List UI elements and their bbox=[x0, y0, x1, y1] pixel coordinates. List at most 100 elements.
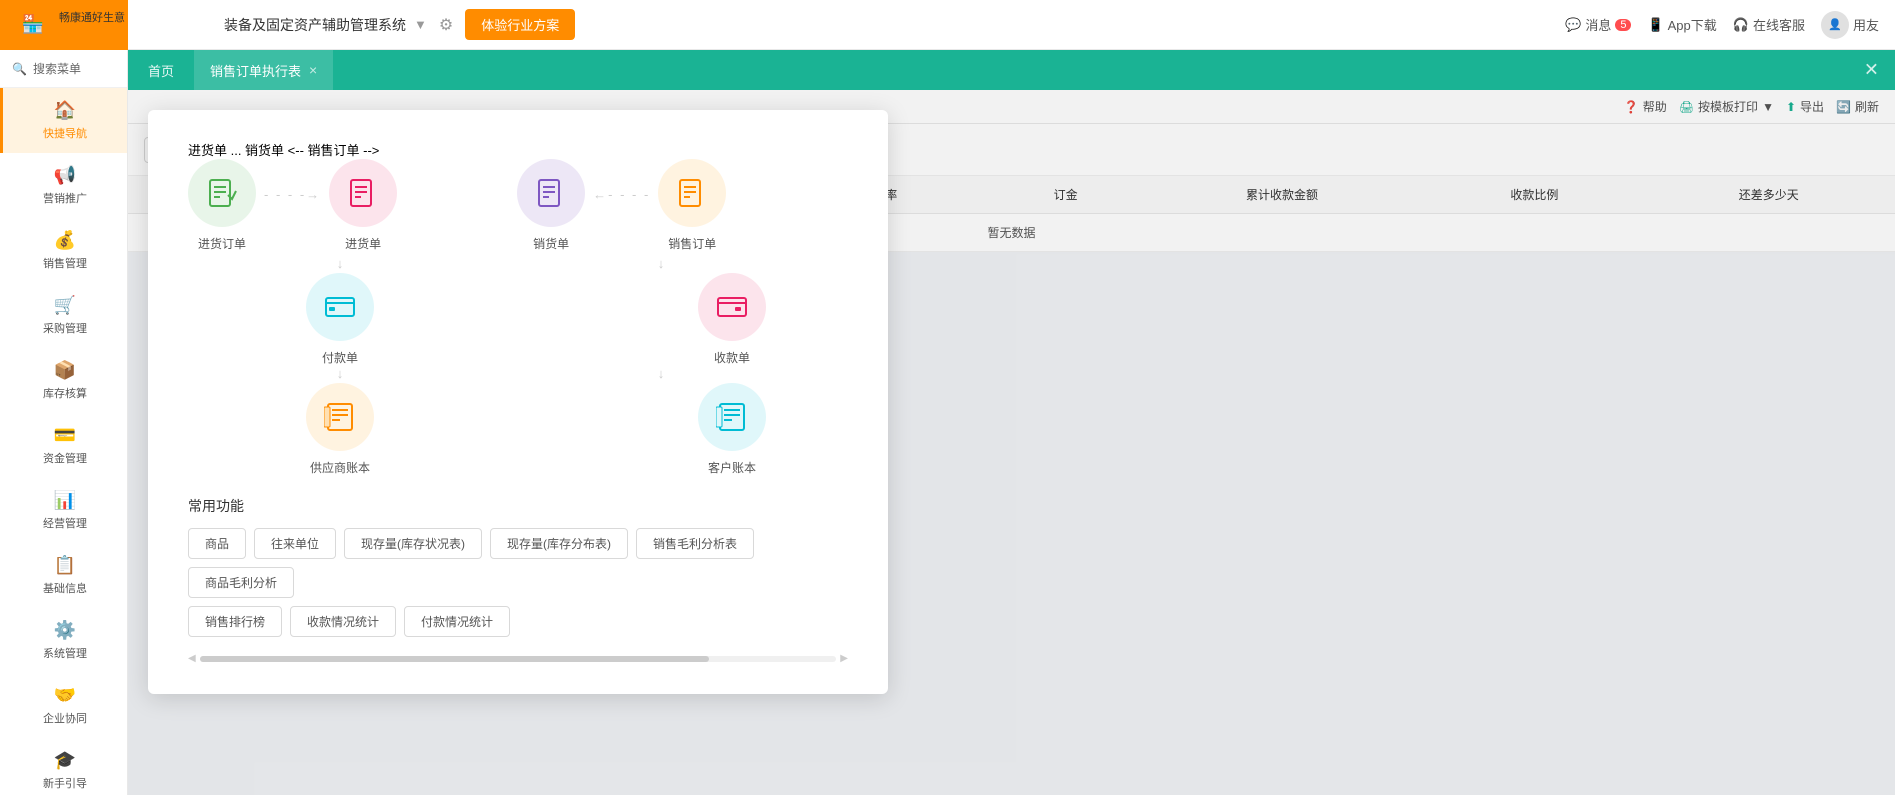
dropdown-icon[interactable]: ▼ bbox=[414, 17, 427, 32]
flow-node-sale-bill[interactable]: 销货单 bbox=[517, 159, 585, 252]
app-download-item[interactable]: 📱 App下载 bbox=[1647, 15, 1716, 34]
sidebar-label-system: 系统管理 bbox=[43, 645, 87, 661]
purchase-bill-label: 进货单 bbox=[345, 235, 381, 252]
sidebar-item-marketing[interactable]: 📢 营销推广 bbox=[0, 153, 127, 218]
newbie-icon: 🎓 bbox=[54, 750, 76, 771]
top-right-actions: 💬 消息 5 📱 App下载 🎧 在线客服 👤 用友 bbox=[1565, 11, 1879, 39]
sidebar-item-operation[interactable]: 📊 经营管理 bbox=[0, 478, 127, 543]
sidebar-label-newbie: 新手引导 bbox=[43, 775, 87, 791]
sidebar-label-sales: 销售管理 bbox=[43, 255, 87, 271]
page-content: ❓ 帮助 🖨 按模板打印 ▼ ⬆ 导出 🔄 刷新 bbox=[128, 90, 1895, 795]
logo-icon: 🏪 bbox=[15, 7, 51, 43]
sidebar-item-collab[interactable]: 🤝 企业协同 bbox=[0, 673, 127, 738]
system-icon: ⚙️ bbox=[54, 620, 76, 641]
func-btn-stock-dist[interactable]: 现存量(库存分布表) bbox=[490, 528, 628, 559]
func-buttons-row2: 销售排行榜 收款情况统计 付款情况统计 bbox=[188, 606, 848, 637]
func-btn-receipt-stat[interactable]: 收款情况统计 bbox=[290, 606, 396, 637]
sidebar-item-system[interactable]: ⚙️ 系统管理 bbox=[0, 608, 127, 673]
sidebar-item-inventory[interactable]: 📦 库存核算 bbox=[0, 348, 127, 413]
message-badge: 5 bbox=[1615, 19, 1631, 31]
sidebar-item-purchase[interactable]: 🛒 采购管理 bbox=[0, 283, 127, 348]
sale-order-icon bbox=[658, 159, 726, 227]
experience-button[interactable]: 体验行业方案 bbox=[465, 9, 575, 40]
top-bar: 🏪 畅康通好生意 标准版 装备及固定资产辅助管理系统 ▼ ⚙ 体验行业方案 💬 … bbox=[0, 0, 1895, 50]
payment-label: 付款单 bbox=[322, 349, 358, 366]
tab-close-icon[interactable]: × bbox=[309, 62, 317, 78]
modal-overlay: 进货单 ... 销货单 <-- 销售订单 --> 进货订单 bbox=[128, 90, 1895, 795]
receipt-icon bbox=[698, 273, 766, 341]
search-menu[interactable]: 🔍 搜索菜单 bbox=[0, 50, 127, 88]
settings-icon[interactable]: ⚙ bbox=[439, 15, 453, 35]
func-btn-product[interactable]: 商品 bbox=[188, 528, 246, 559]
app-wrapper: 🏪 畅康通好生意 标准版 装备及固定资产辅助管理系统 ▼ ⚙ 体验行业方案 💬 … bbox=[0, 0, 1895, 795]
sales-icon: 💰 bbox=[54, 230, 76, 251]
sidebar-item-basic-info[interactable]: 📋 基础信息 bbox=[0, 543, 127, 608]
sidebar-item-quick-nav[interactable]: 🏠 快捷导航 bbox=[0, 88, 127, 153]
flow-node-receipt[interactable]: 收款单 bbox=[698, 273, 766, 366]
flow-node-payment[interactable]: 付款单 bbox=[306, 273, 374, 366]
flow-node-customer-ledger[interactable]: 客户账本 bbox=[698, 383, 766, 476]
headset-icon: 🎧 bbox=[1733, 17, 1749, 33]
system-title: 装备及固定资产辅助管理系统 ▼ ⚙ bbox=[224, 15, 453, 35]
sidebar-item-sales[interactable]: 💰 销售管理 bbox=[0, 218, 127, 283]
message-item[interactable]: 💬 消息 5 bbox=[1565, 15, 1631, 34]
collab-icon: 🤝 bbox=[54, 685, 76, 706]
scroll-left-icon[interactable]: ◀ bbox=[188, 653, 196, 664]
logo-text: 畅康通好生意 标准版 bbox=[59, 11, 125, 38]
sidebar-item-newbie[interactable]: 🎓 新手引导 bbox=[0, 738, 127, 795]
func-btn-product-gross[interactable]: 商品毛利分析 bbox=[188, 567, 294, 598]
sidebar-label-operation: 经营管理 bbox=[43, 515, 87, 531]
func-btn-partner[interactable]: 往来单位 bbox=[254, 528, 336, 559]
func-btn-stock-status[interactable]: 现存量(库存状况表) bbox=[344, 528, 482, 559]
flow-node-purchase-bill[interactable]: 进货单 bbox=[329, 159, 397, 252]
message-icon: 💬 bbox=[1565, 17, 1581, 33]
modal-box: 进货单 ... 销货单 <-- 销售订单 --> 进货订单 bbox=[148, 110, 888, 694]
customer-ledger-icon bbox=[698, 383, 766, 451]
inventory-icon: 📦 bbox=[54, 360, 76, 381]
flow-node-purchase-order[interactable]: 进货订单 bbox=[188, 159, 256, 252]
tab-sales-order[interactable]: 销售订单执行表 × bbox=[194, 50, 333, 90]
receipt-label: 收款单 bbox=[714, 349, 750, 366]
flow-node-supplier-ledger[interactable]: 供应商账本 bbox=[306, 383, 374, 476]
sidebar-label-basic-info: 基础信息 bbox=[43, 580, 87, 596]
purchase-bill-icon bbox=[329, 159, 397, 227]
home-icon: 🏠 bbox=[54, 100, 76, 121]
phone-icon: 📱 bbox=[1647, 17, 1663, 33]
sale-bill-icon bbox=[517, 159, 585, 227]
purchase-icon: 🛒 bbox=[54, 295, 76, 316]
sidebar-label-marketing: 营销推广 bbox=[43, 190, 87, 206]
sidebar-label-quick-nav: 快捷导航 bbox=[43, 125, 87, 141]
sidebar-item-finance[interactable]: 💳 资金管理 bbox=[0, 413, 127, 478]
scrollbar-thumb bbox=[200, 656, 709, 662]
scroll-right-icon[interactable]: ▶ bbox=[840, 653, 848, 664]
main-area: 🔍 搜索菜单 🏠 快捷导航 📢 营销推广 💰 销售管理 🛒 采购管理 📦 bbox=[0, 50, 1895, 795]
func-btn-sales-rank[interactable]: 销售排行榜 bbox=[188, 606, 282, 637]
finance-icon: 💳 bbox=[54, 425, 76, 446]
common-functions: 常用功能 商品 往来单位 现存量(库存状况表) 现存量(库存分布表) 销售毛利分… bbox=[188, 496, 848, 637]
flow-node-sale-order[interactable]: 销售订单 bbox=[658, 159, 726, 252]
service-item[interactable]: 🎧 在线客服 bbox=[1733, 15, 1805, 34]
tab-bar: 首页 销售订单执行表 × ✕ bbox=[128, 50, 1895, 90]
system-name: 装备及固定资产辅助管理系统 bbox=[224, 15, 406, 35]
func-btn-payment-stat[interactable]: 付款情况统计 bbox=[404, 606, 510, 637]
search-icon: 🔍 bbox=[12, 62, 27, 76]
operation-icon: 📊 bbox=[54, 490, 76, 511]
customer-ledger-label: 客户账本 bbox=[708, 459, 756, 476]
sale-bill-label: 销货单 bbox=[533, 235, 569, 252]
func-btn-sales-gross[interactable]: 销售毛利分析表 bbox=[636, 528, 754, 559]
tab-home[interactable]: 首页 bbox=[128, 50, 194, 90]
window-close-button[interactable]: ✕ bbox=[1864, 60, 1879, 81]
purchase-order-icon bbox=[188, 159, 256, 227]
sale-order-label: 销售订单 bbox=[668, 235, 716, 252]
sidebar-label-collab: 企业协同 bbox=[43, 710, 87, 726]
user-item[interactable]: 👤 用友 bbox=[1821, 11, 1879, 39]
avatar: 👤 bbox=[1821, 11, 1849, 39]
sidebar-label-finance: 资金管理 bbox=[43, 450, 87, 466]
logo-section: 🏪 畅康通好生意 标准版 bbox=[16, 8, 144, 42]
user-name: 用友 bbox=[1853, 15, 1879, 34]
content-area: 首页 销售订单执行表 × ✕ ❓ 帮助 🖨 按模板打印 bbox=[128, 50, 1895, 795]
common-functions-title: 常用功能 bbox=[188, 496, 848, 516]
sidebar-label-purchase: 采购管理 bbox=[43, 320, 87, 336]
marketing-icon: 📢 bbox=[54, 165, 76, 186]
sidebar-label-inventory: 库存核算 bbox=[43, 385, 87, 401]
